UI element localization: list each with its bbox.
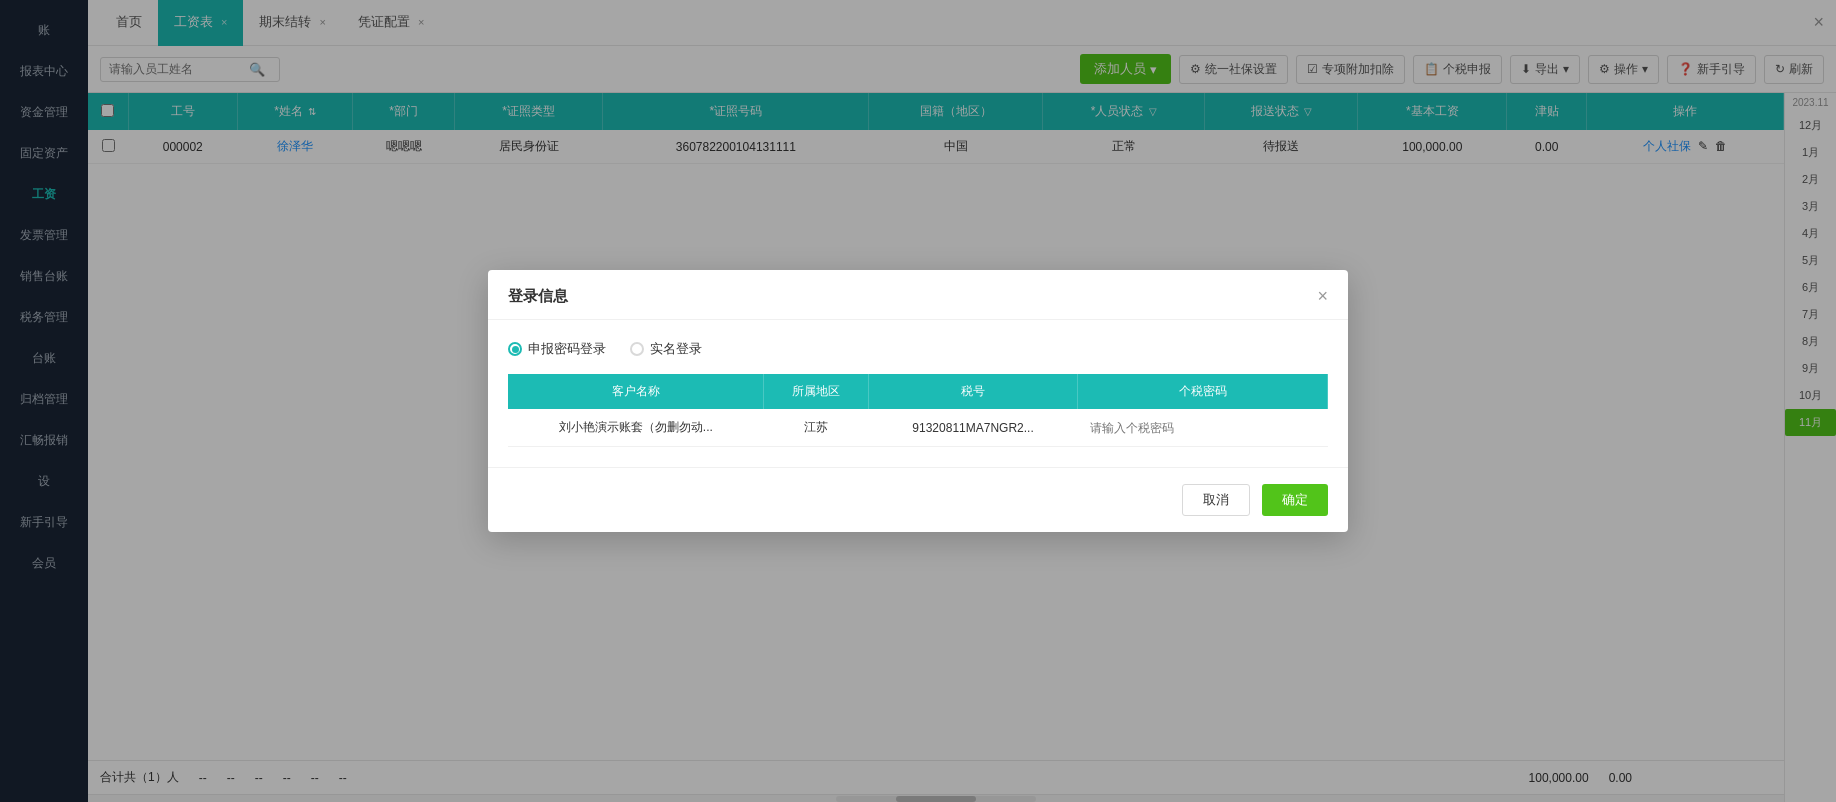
tax-password-cell[interactable] <box>1078 409 1328 447</box>
login-table-row: 刘小艳演示账套（勿删勿动... 江苏 91320811MA7NGR2... <box>508 409 1328 447</box>
login-type-radio-group: 申报密码登录 实名登录 <box>508 340 1328 358</box>
confirm-button[interactable]: 确定 <box>1262 484 1328 516</box>
radio-realname-login[interactable]: 实名登录 <box>630 340 702 358</box>
modal-title: 登录信息 <box>508 287 568 306</box>
radio-realname-icon <box>630 342 644 356</box>
login-table: 客户名称 所属地区 税号 个税密码 刘小艳演示账套（勿删勿动... 江苏 913… <box>508 374 1328 447</box>
cancel-button[interactable]: 取消 <box>1182 484 1250 516</box>
login-info-modal: 登录信息 × 申报密码登录 实名登录 <box>488 270 1348 532</box>
col-tax-no: 税号 <box>869 374 1078 409</box>
modal-body: 申报密码登录 实名登录 客户名称 所属地区 税号 个税密码 <box>488 320 1348 467</box>
modal-close-button[interactable]: × <box>1317 286 1328 307</box>
tax-no-cell: 91320811MA7NGR2... <box>869 409 1078 447</box>
client-name-cell: 刘小艳演示账套（勿删勿动... <box>508 409 764 447</box>
radio-password-login[interactable]: 申报密码登录 <box>508 340 606 358</box>
col-client-name: 客户名称 <box>508 374 764 409</box>
radio-password-icon <box>508 342 522 356</box>
region-cell: 江苏 <box>764 409 869 447</box>
tax-password-input[interactable] <box>1090 421 1316 435</box>
col-tax-password: 个税密码 <box>1078 374 1328 409</box>
col-region: 所属地区 <box>764 374 869 409</box>
modal-header: 登录信息 × <box>488 270 1348 320</box>
modal-overlay: 登录信息 × 申报密码登录 实名登录 <box>0 0 1836 802</box>
modal-footer: 取消 确定 <box>488 467 1348 532</box>
